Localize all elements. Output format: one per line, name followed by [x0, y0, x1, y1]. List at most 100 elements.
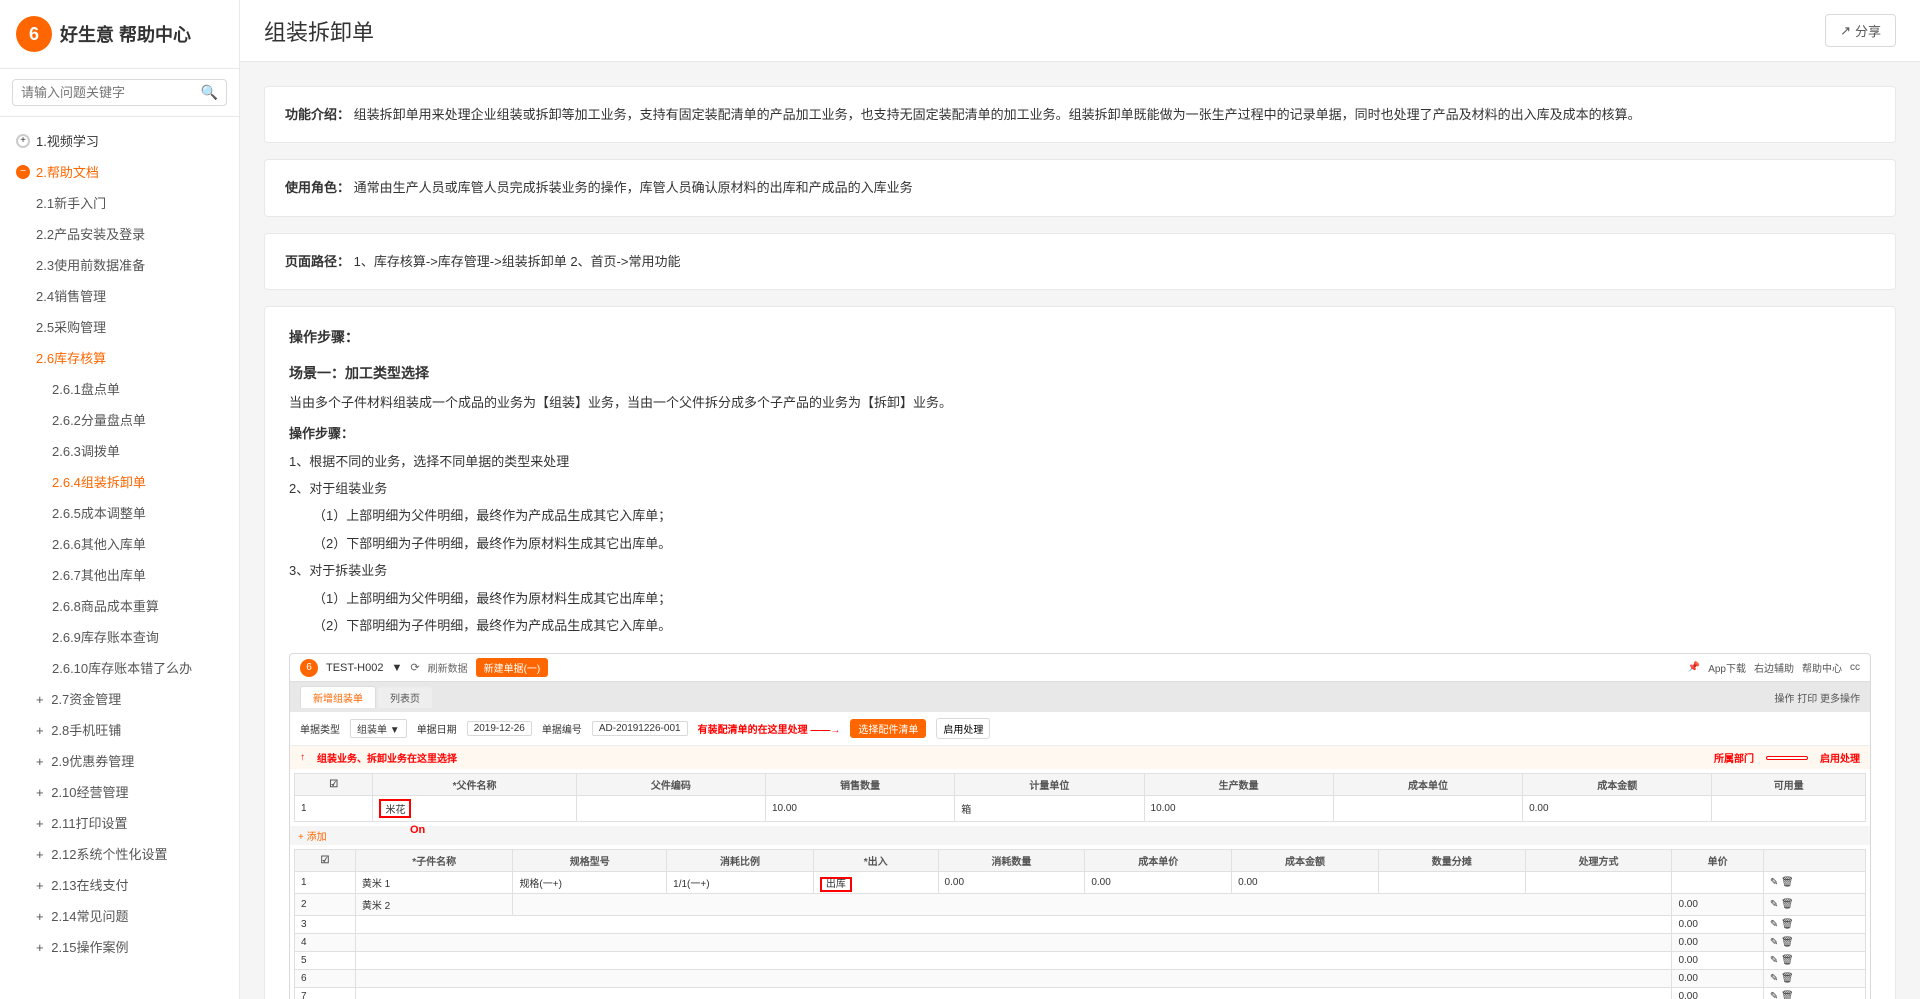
- mock-b-cell-1-handle: [1525, 872, 1672, 894]
- mock-b-cell-1-name: 黄米 1: [355, 872, 513, 894]
- sidebar-item-cost-adjust[interactable]: 2.6.5成本调整单: [0, 497, 239, 528]
- mock-select-btn[interactable]: 选择配件清单: [850, 719, 926, 738]
- mock-icon1: 📌: [1688, 662, 1700, 673]
- mock-assist-link[interactable]: 右边辅助: [1754, 660, 1794, 675]
- sidebar-label-new-user: 2.1新手入门: [36, 196, 106, 211]
- mock-b-6-ops: ✎ 🗑: [1763, 970, 1865, 988]
- sidebar-item-mobile[interactable]: + 2.8手机旺铺: [0, 714, 239, 745]
- sidebar-item-cost-recalc[interactable]: 2.6.8商品成本重算: [0, 590, 239, 621]
- step-3-1: （1）上部明细为父件明细，最终作为原材料生成其它出库单；: [313, 587, 1871, 610]
- sidebar-item-transfer[interactable]: 2.6.3调拨单: [0, 435, 239, 466]
- nav-icon-docs: −: [16, 165, 30, 179]
- nav-icon-coupon: +: [36, 754, 44, 769]
- sidebar-label-inventory: 2.6库存核算: [36, 351, 106, 366]
- search-button[interactable]: 🔍: [201, 84, 218, 101]
- nav-icon-ops: +: [36, 785, 44, 800]
- step-2: 2、对于组装业务: [289, 477, 1871, 500]
- share-button[interactable]: ↗ 分享: [1825, 14, 1896, 47]
- col-qty-split: 数量分摊: [1378, 850, 1525, 872]
- sidebar-label-ops: 2.10经营管理: [51, 785, 128, 800]
- sidebar-label-split-stocktake: 2.6.2分量盘点单: [52, 413, 146, 428]
- sidebar-item-data-prep[interactable]: 2.3使用前数据准备: [0, 249, 239, 280]
- sidebar-item-finance[interactable]: + 2.7资金管理: [0, 683, 239, 714]
- mock-top-cell-1-unit: 箱: [955, 796, 1144, 822]
- mock-cc-label: cc: [1850, 662, 1860, 673]
- mock-b-4-ops: ✎ 🗑: [1763, 934, 1865, 952]
- sidebar-item-stock-error[interactable]: 2.6.10库存账本错了么办: [0, 652, 239, 683]
- sidebar-item-split-stocktake[interactable]: 2.6.2分量盘点单: [0, 404, 239, 435]
- col-parent-code: 父件编码: [576, 774, 765, 796]
- mock-b-7-check: 7: [295, 988, 356, 999]
- sidebar-item-new-user[interactable]: 2.1新手入门: [0, 187, 239, 218]
- mock-b-5-empty: [355, 952, 1672, 970]
- mock-b-cell-1-unit-price: [1672, 872, 1763, 894]
- sidebar-item-ops[interactable]: + 2.10经营管理: [0, 776, 239, 807]
- sidebar-label-transfer: 2.6.3调拨单: [52, 444, 120, 459]
- mock-type-value[interactable]: 组装单 ▼: [350, 719, 407, 738]
- step-3-2: （2）下部明细为子件明细，最终作为产成品生成其它入库单。: [313, 614, 1871, 637]
- sidebar-item-other-in[interactable]: 2.6.6其他入库单: [0, 528, 239, 559]
- mock-dept-input[interactable]: [1766, 756, 1808, 760]
- nav-icon-cases: +: [36, 940, 44, 955]
- sidebar-item-videos[interactable]: + 1.视频学习: [0, 125, 239, 156]
- mock-bottom-add-btn[interactable]: + 添加: [298, 828, 327, 843]
- sidebar-item-purchase[interactable]: 2.5采购管理: [0, 311, 239, 342]
- sidebar-item-docs[interactable]: − 2.帮助文档: [0, 156, 239, 187]
- col-b-check: ☑: [295, 850, 356, 872]
- sidebar-item-cases[interactable]: + 2.15操作案例: [0, 931, 239, 962]
- sidebar-item-stock-check[interactable]: 2.6.9库存账本查询: [0, 621, 239, 652]
- col-cost-price: 成本单价: [1085, 850, 1232, 872]
- steps-area: 操作步骤： 场景一：加工类型选择 当由多个子件材料组装成一个成品的业务为【组装】…: [264, 306, 1896, 999]
- mock-new-order-btn[interactable]: 新建单据(一): [476, 658, 549, 677]
- sidebar-item-coupon[interactable]: + 2.9优惠券管理: [0, 745, 239, 776]
- mock-enable-btn[interactable]: 启用处理: [936, 718, 990, 739]
- sidebar-label-finance: 2.7资金管理: [51, 692, 121, 707]
- sidebar-label-mobile: 2.8手机旺铺: [51, 723, 121, 738]
- sidebar-item-print[interactable]: + 2.11打印设置: [0, 807, 239, 838]
- role-intro-text: 通常由生产人员或库管人员完成拆装业务的操作，库管人员确认原材料的出库和产成品的入…: [354, 180, 913, 195]
- step-1: 1、根据不同的业务，选择不同单据的类型来处理: [289, 450, 1871, 473]
- sidebar-item-inventory[interactable]: 2.6库存核算: [0, 342, 239, 373]
- mock-date-value[interactable]: 2019-12-26: [467, 721, 532, 736]
- mock-bottom-hint-row: + 添加: [290, 826, 1870, 845]
- logo-icon: 6: [16, 16, 52, 52]
- sidebar-label-cost-adjust: 2.6.5成本调整单: [52, 506, 146, 521]
- step-2-2: （2）下部明细为子件明细，最终作为原材料生成其它出库单。: [313, 532, 1871, 555]
- mock-order-label: 单据编号: [542, 721, 582, 736]
- sidebar-item-other-out[interactable]: 2.6.7其他出库单: [0, 559, 239, 590]
- mock-app-link[interactable]: App下载: [1708, 660, 1746, 675]
- search-input[interactable]: [21, 85, 201, 100]
- sidebar-item-assembly[interactable]: 2.6.4组装拆卸单: [0, 466, 239, 497]
- mock-b-cell-1-qty-split: [1378, 872, 1525, 894]
- sidebar-label-install: 2.2产品安装及登录: [36, 227, 145, 242]
- mock-b-cell-1-inout: 出库: [813, 872, 938, 894]
- col-unit-price: 单价: [1672, 850, 1763, 872]
- mock-b-4-cost-amt: 0.00: [1672, 934, 1763, 952]
- mock-b-7-empty: [355, 988, 1672, 999]
- path-intro-box: 页面路径： 1、库存核算->库存管理->组装拆卸单 2、首页->常用功能: [264, 233, 1896, 290]
- mock-refresh-icon: ⟳: [410, 661, 419, 674]
- mock-b-cell-1-check: 1: [295, 872, 356, 894]
- sidebar-item-faq[interactable]: + 2.14常见问题: [0, 900, 239, 931]
- mock-bottom-table-body: 1 黄米 1 规格(一+) 1/1(一+) 出库 0.00 0.00: [295, 872, 1866, 999]
- assembly-hint-arrow: ↑: [300, 752, 305, 763]
- mock-bottom-row-6: 6 0.00 ✎ 🗑: [295, 970, 1866, 988]
- mock-tab-active[interactable]: 新增组装单: [300, 686, 376, 708]
- mock-tabs-row: 新增组装单 列表页 操作 打印 更多操作: [290, 682, 1870, 712]
- mock-more-actions[interactable]: 操作 打印 更多操作: [1774, 690, 1860, 705]
- sidebar-item-sales[interactable]: 2.4销售管理: [0, 280, 239, 311]
- sidebar-item-custom[interactable]: + 2.12系统个性化设置: [0, 838, 239, 869]
- sidebar-item-stocktake[interactable]: 2.6.1盘点单: [0, 373, 239, 404]
- logo-area: 6 好生意 帮助中心: [0, 0, 239, 69]
- mock-b-cell-1-ratio: 1/1(一+): [667, 872, 814, 894]
- mock-tab-list[interactable]: 列表页: [378, 687, 432, 708]
- mock-b-4-empty: [355, 934, 1672, 952]
- share-label: 分享: [1855, 21, 1881, 40]
- mock-help-link[interactable]: 帮助中心: [1802, 660, 1842, 675]
- mock-top-cell-1-prod-qty: 10.00: [1144, 796, 1333, 822]
- sidebar-label-stock-error: 2.6.10库存账本错了么办: [52, 661, 192, 676]
- sidebar-label-stocktake: 2.6.1盘点单: [52, 382, 120, 397]
- sidebar-item-pay[interactable]: + 2.13在线支付: [0, 869, 239, 900]
- col-ratio: 消耗比例: [667, 850, 814, 872]
- sidebar-item-install[interactable]: 2.2产品安装及登录: [0, 218, 239, 249]
